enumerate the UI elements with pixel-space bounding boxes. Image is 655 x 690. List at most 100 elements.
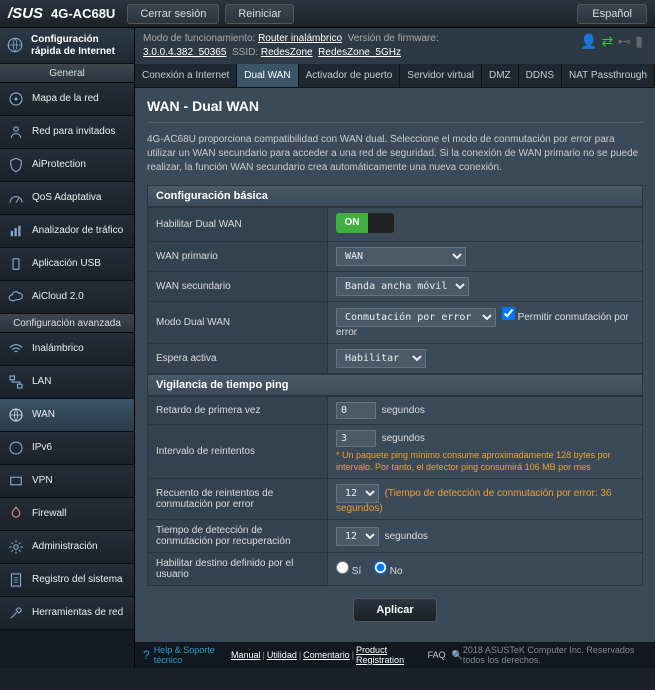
sidebar-item-usb-app[interactable]: Aplicación USB: [0, 248, 134, 281]
reboot-button[interactable]: Reiniciar: [225, 4, 294, 24]
label-retry-interval: Intervalo de reintentos: [148, 425, 328, 479]
select-dualwan-mode[interactable]: Conmutación por error: [336, 308, 496, 327]
select-primary-wan[interactable]: WAN: [336, 247, 466, 266]
radio-userdef-yes[interactable]: [336, 561, 349, 574]
main-panel: Modo de funcionamiento: Router inalámbri…: [135, 28, 655, 668]
label-user-defined-target: Habilitar destino definido por el usuari…: [148, 553, 328, 586]
link-manual[interactable]: Manual: [231, 650, 261, 660]
tab-port-trigger[interactable]: Activador de puerto: [299, 64, 401, 87]
sidebar-item-admin[interactable]: Administración: [0, 531, 134, 564]
info-bar: Modo de funcionamiento: Router inalámbri…: [135, 28, 655, 64]
section-header-general: General: [0, 64, 134, 83]
chart-icon: [6, 221, 26, 241]
ssid-5-link[interactable]: RedesZone_5GHz: [318, 47, 401, 58]
brand-logo: /SUS: [8, 5, 43, 22]
wifi-icon: [6, 339, 26, 359]
sidebar: Configuración rápida de Internet General…: [0, 28, 135, 668]
label-enable-dualwan: Habilitar Dual WAN: [148, 208, 328, 242]
fw-label: Versión de firmware:: [348, 33, 439, 44]
sidebar-item-guest-network[interactable]: Red para invitados: [0, 116, 134, 149]
usb-status-icon: ⊷: [617, 33, 635, 49]
section-basic: Configuración básica: [147, 185, 643, 207]
label-dualwan-mode: Modo Dual WAN: [148, 302, 328, 344]
tab-internet-connection[interactable]: Conexión a Internet: [135, 64, 237, 87]
toggle-dual-wan[interactable]: ON: [336, 213, 394, 233]
section-header-advanced: Configuración avanzada: [0, 314, 134, 333]
globe-icon: [6, 405, 26, 425]
section-ping: Vigilancia de tiempo ping: [147, 374, 643, 396]
topbar: /SUS 4G-AC68U Cerrar sesión Reiniciar Es…: [0, 0, 655, 28]
select-hot-standby[interactable]: Habilitar: [336, 349, 426, 368]
sidebar-item-lan[interactable]: LAN: [0, 366, 134, 399]
person-icon: 👤: [580, 33, 601, 49]
link-feedback[interactable]: Comentario: [303, 650, 350, 660]
firmware-link[interactable]: 3.0.0.4.382_50365: [143, 47, 226, 58]
ipv6-icon: [6, 438, 26, 458]
ssid-label: SSID:: [232, 47, 258, 58]
label-primary-wan: WAN primario: [148, 242, 328, 272]
mode-label: Modo de funcionamiento:: [143, 33, 255, 44]
footer: ? Help & Soporte técnico Manual | Utilid…: [135, 642, 655, 668]
faq-label[interactable]: FAQ: [428, 650, 446, 660]
gear-icon: [6, 537, 26, 557]
firewall-icon: [6, 504, 26, 524]
sidebar-item-network-map[interactable]: Mapa de la red: [0, 83, 134, 116]
language-select[interactable]: Español: [577, 4, 647, 24]
select-recover-time[interactable]: 12: [336, 527, 379, 546]
map-icon: [6, 89, 26, 109]
logout-button[interactable]: Cerrar sesión: [127, 4, 219, 24]
content-area: WAN - Dual WAN 4G-AC68U proporciona comp…: [135, 88, 655, 642]
label-secondary-wan: WAN secundario: [148, 272, 328, 302]
sidebar-item-wireless[interactable]: Inalámbrico: [0, 333, 134, 366]
signal-icon: ▮: [635, 33, 647, 49]
label-hot-standby: Espera activa: [148, 344, 328, 374]
guest-icon: [6, 122, 26, 142]
wan-tabs: Conexión a Internet Dual WAN Activador d…: [135, 64, 655, 88]
mode-link[interactable]: Router inalámbrico: [258, 33, 342, 44]
sidebar-item-ipv6[interactable]: IPv6: [0, 432, 134, 465]
tab-nat-passthrough[interactable]: NAT Passthrough: [562, 64, 655, 87]
select-fail-count[interactable]: 12: [336, 484, 379, 503]
ssid-24-link[interactable]: RedesZone: [261, 47, 313, 58]
tab-virtual-server[interactable]: Servidor virtual: [400, 64, 482, 87]
checkbox-allow-failback[interactable]: [502, 307, 515, 320]
search-icon[interactable]: 🔍: [452, 650, 463, 661]
sidebar-item-traffic-analyzer[interactable]: Analizador de tráfico: [0, 215, 134, 248]
help-label: Help & Soporte técnico: [154, 645, 221, 665]
shield-icon: [6, 155, 26, 175]
ping-settings-table: Retardo de primera vez segundos Interval…: [147, 396, 643, 586]
label-fail-count: Recuento de reintentos de conmutación po…: [148, 479, 328, 520]
basic-settings-table: Habilitar Dual WAN ON WAN primario WAN W…: [147, 207, 643, 374]
copyright: 2018 ASUSTeK Computer Inc. Reservados to…: [463, 645, 647, 665]
label-first-delay: Retardo de primera vez: [148, 397, 328, 425]
quick-setup-button[interactable]: Configuración rápida de Internet: [0, 28, 134, 64]
page-description: 4G-AC68U proporciona compatibilidad con …: [147, 133, 643, 175]
lan-icon: [6, 372, 26, 392]
link-registration[interactable]: Product Registration: [356, 645, 416, 665]
tab-dual-wan[interactable]: Dual WAN: [237, 64, 298, 87]
tab-dmz[interactable]: DMZ: [482, 64, 519, 87]
input-retry-interval[interactable]: [336, 430, 376, 447]
link-utility[interactable]: Utilidad: [267, 650, 297, 660]
log-icon: [6, 570, 26, 590]
model-label: 4G-AC68U: [51, 6, 115, 21]
tools-icon: [6, 603, 26, 623]
tab-ddns[interactable]: DDNS: [519, 64, 562, 87]
sidebar-item-aicloud[interactable]: AiCloud 2.0: [0, 281, 134, 314]
select-secondary-wan[interactable]: Banda ancha móvil: [336, 277, 469, 296]
help-icon: ?: [143, 648, 150, 662]
sidebar-item-network-tools[interactable]: Herramientas de red: [0, 597, 134, 630]
sidebar-item-wan[interactable]: WAN: [0, 399, 134, 432]
sidebar-item-syslog[interactable]: Registro del sistema: [0, 564, 134, 597]
unit-seconds: segundos: [382, 405, 425, 416]
sidebar-item-vpn[interactable]: VPN: [0, 465, 134, 498]
sidebar-item-aiprotection[interactable]: AiProtection: [0, 149, 134, 182]
page-title: WAN - Dual WAN: [147, 98, 643, 123]
apply-button[interactable]: Aplicar: [353, 598, 436, 622]
radio-userdef-no[interactable]: [374, 561, 387, 574]
cloud-icon: [6, 287, 26, 307]
sidebar-item-qos[interactable]: QoS Adaptativa: [0, 182, 134, 215]
sidebar-item-firewall[interactable]: Firewall: [0, 498, 134, 531]
input-first-delay[interactable]: [336, 402, 376, 419]
label-recover-time: Tiempo de detección de conmutación por r…: [148, 520, 328, 553]
